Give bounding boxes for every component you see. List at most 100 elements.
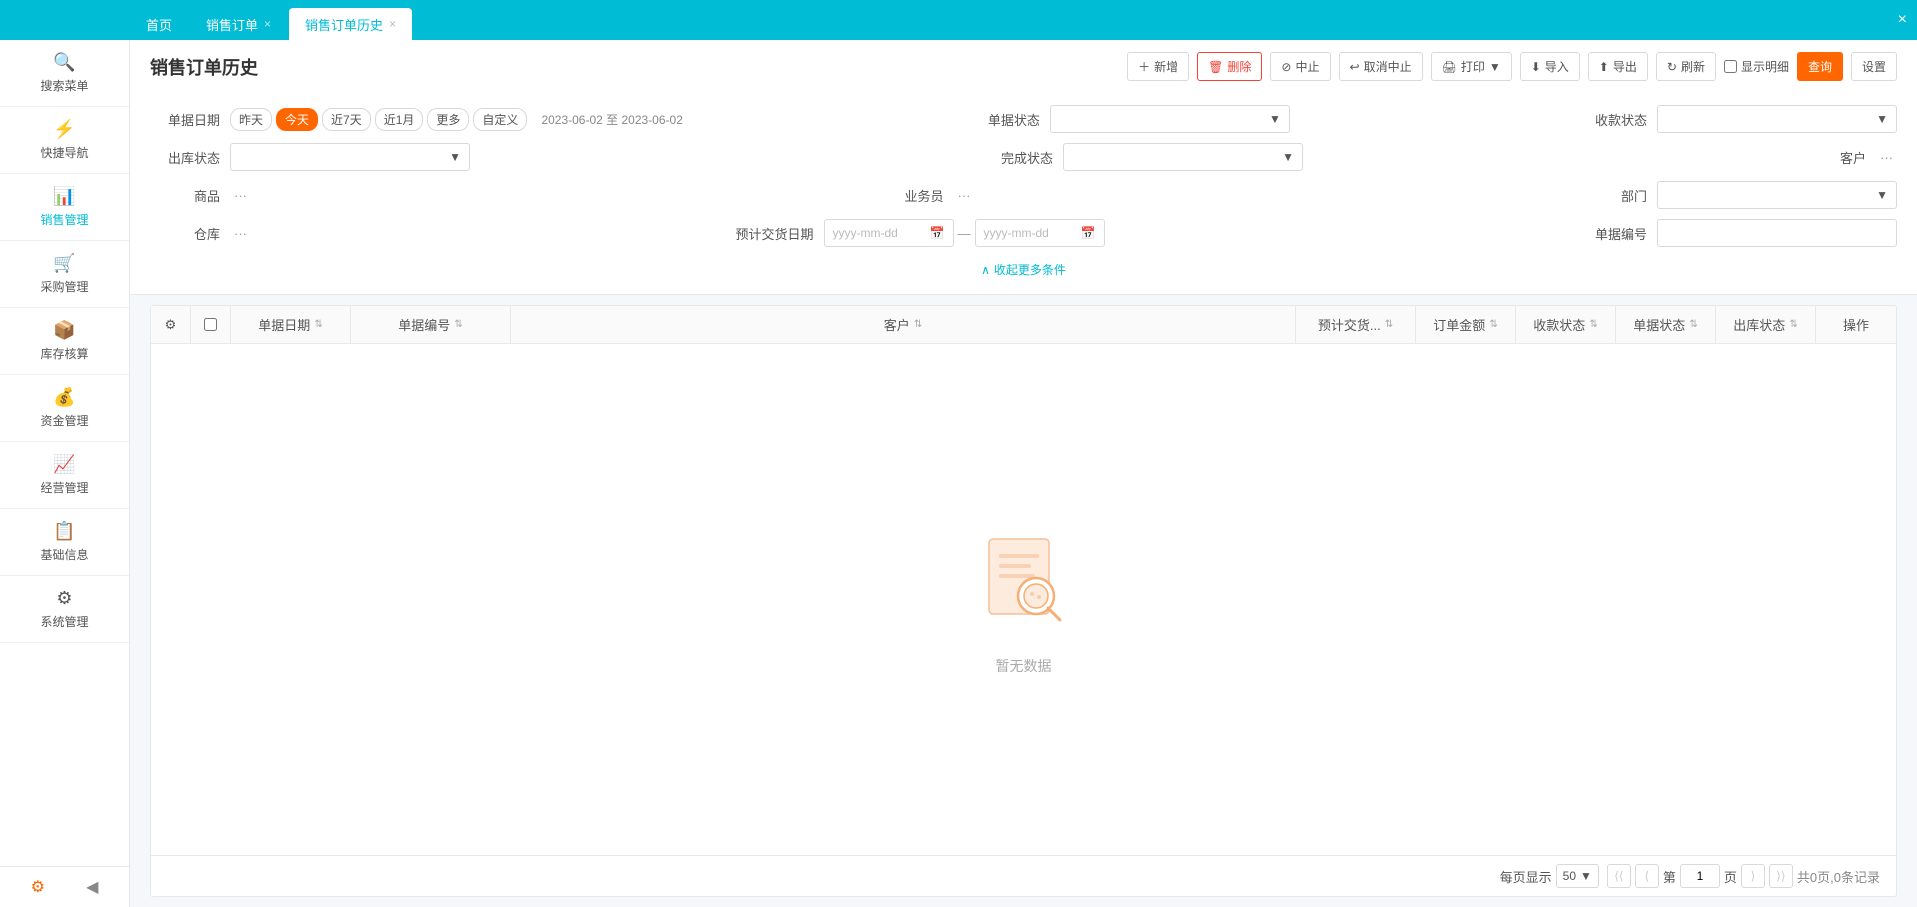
th-customer[interactable]: 客户 ⇅ bbox=[511, 306, 1296, 343]
window-close-button[interactable]: × bbox=[1898, 11, 1907, 29]
last-page-button[interactable]: ⟩⟩ bbox=[1769, 864, 1793, 888]
prev-page-button[interactable]: ⟨ bbox=[1635, 864, 1659, 888]
refresh-button[interactable]: ↻ 刷新 bbox=[1656, 52, 1716, 81]
product-select[interactable]: ··· bbox=[230, 188, 251, 203]
date-btn-custom[interactable]: 自定义 bbox=[473, 108, 527, 131]
expected-delivery-end[interactable]: yyyy-mm-dd 📅 bbox=[975, 219, 1105, 247]
tab-sales-order-label: 销售订单 bbox=[206, 15, 258, 34]
content-area: 销售订单历史 ＋ 新增 🗑 删除 ⊘ 中止 ↩ bbox=[130, 40, 1917, 907]
select-all-checkbox[interactable] bbox=[204, 318, 217, 331]
show-detail-checkbox[interactable]: 显示明细 bbox=[1724, 58, 1789, 75]
toolbar: ＋ 新增 🗑 删除 ⊘ 中止 ↩ 取消中止 bbox=[1127, 52, 1897, 81]
payment-status-label: 收款状态 bbox=[1587, 110, 1647, 129]
order-number-input[interactable] bbox=[1657, 219, 1897, 247]
table-header: ⚙ 单据日期 ⇅ 单据编号 ⇅ 客户 ⇅ 预计交货... bbox=[151, 306, 1896, 344]
cancel-stop-button[interactable]: ↩ 取消中止 bbox=[1339, 52, 1423, 81]
sidebar-item-basic-info[interactable]: 📋 基础信息 bbox=[0, 509, 129, 576]
operations-icon: 📈 bbox=[53, 454, 75, 475]
department-label: 部门 bbox=[1607, 186, 1647, 205]
date-btn-today[interactable]: 今天 bbox=[276, 108, 318, 131]
stop-button[interactable]: ⊘ 中止 bbox=[1270, 52, 1330, 81]
print-button[interactable]: 🖨 打印 ▼ bbox=[1431, 52, 1512, 81]
sidebar-item-operations[interactable]: 📈 经营管理 bbox=[0, 442, 129, 509]
date-btn-more[interactable]: 更多 bbox=[427, 108, 469, 131]
th-delivery[interactable]: 预计交货... ⇅ bbox=[1296, 306, 1416, 343]
sidebar-item-finance[interactable]: 💰 资金管理 bbox=[0, 375, 129, 442]
system-icon: ⚙ bbox=[56, 588, 72, 609]
warehouse-label: 仓库 bbox=[150, 224, 220, 243]
export-button[interactable]: ⬆ 导出 bbox=[1588, 52, 1648, 81]
tab-sales-order-history-close[interactable]: × bbox=[389, 17, 396, 31]
inventory-icon: 📦 bbox=[53, 320, 75, 341]
top-nav-right: × bbox=[1898, 11, 1907, 29]
page-size-select-box[interactable]: 50 ▼ bbox=[1556, 864, 1599, 888]
tab-sales-order-history[interactable]: 销售订单历史 × bbox=[289, 8, 412, 40]
table-area: ⚙ 单据日期 ⇅ 单据编号 ⇅ 客户 ⇅ 预计交货... bbox=[150, 305, 1897, 897]
sidebar-item-search-menu-label: 搜索菜单 bbox=[40, 77, 88, 94]
th-order-no[interactable]: 单据编号 ⇅ bbox=[351, 306, 511, 343]
sidebar-item-inventory[interactable]: 📦 库存核算 bbox=[0, 308, 129, 375]
sidebar-settings-icon[interactable]: ⚙ bbox=[31, 877, 45, 897]
sidebar-item-sales-mgmt[interactable]: 📊 销售管理 bbox=[0, 174, 129, 241]
sidebar-collapse-icon[interactable]: ◀ bbox=[86, 877, 98, 897]
warehouse-select[interactable]: ··· bbox=[230, 226, 251, 241]
search-menu-icon: 🔍 bbox=[53, 52, 75, 73]
page-size-label: 每页显示 bbox=[1500, 867, 1552, 886]
completion-status-select[interactable]: ▼ bbox=[1063, 143, 1303, 171]
import-icon: ⬇ bbox=[1531, 60, 1541, 74]
delete-button[interactable]: 🗑 删除 bbox=[1197, 52, 1262, 81]
empty-illustration bbox=[964, 524, 1084, 644]
product-label: 商品 bbox=[150, 186, 220, 205]
tab-list: 首页 销售订单 × 销售订单历史 × bbox=[0, 0, 414, 40]
tab-sales-order-history-label: 销售订单历史 bbox=[305, 15, 383, 34]
customer-select[interactable]: ··· bbox=[1876, 150, 1897, 165]
calendar-start-icon[interactable]: 📅 bbox=[930, 226, 945, 240]
department-select[interactable]: ▼ bbox=[1657, 181, 1897, 209]
th-settings[interactable]: ⚙ bbox=[151, 306, 191, 343]
collapse-button[interactable]: ∧ 收起更多条件 bbox=[150, 257, 1897, 282]
next-page-button[interactable]: ⟩ bbox=[1741, 864, 1765, 888]
page-title: 销售订单历史 bbox=[150, 54, 258, 80]
order-status-select[interactable]: ▼ bbox=[1050, 105, 1290, 133]
date-btn-yesterday[interactable]: 昨天 bbox=[230, 108, 272, 131]
completion-status-arrow: ▼ bbox=[1282, 150, 1294, 164]
filter-area: 单据日期 昨天 今天 近7天 近1月 更多 自定义 2023-06-02 至 2… bbox=[150, 93, 1897, 294]
new-icon: ＋ bbox=[1138, 58, 1150, 75]
new-button[interactable]: ＋ 新增 bbox=[1127, 52, 1189, 81]
sidebar-item-search-menu[interactable]: 🔍 搜索菜单 bbox=[0, 40, 129, 107]
sidebar-item-operations-label: 经营管理 bbox=[40, 479, 88, 496]
sidebar-item-purchase-mgmt[interactable]: 🛒 采购管理 bbox=[0, 241, 129, 308]
sidebar-item-system-label: 系统管理 bbox=[40, 613, 88, 630]
import-button[interactable]: ⬇ 导入 bbox=[1520, 52, 1580, 81]
th-amount[interactable]: 订单金额 ⇅ bbox=[1416, 306, 1516, 343]
date-btn-7days[interactable]: 近7天 bbox=[322, 108, 371, 131]
tab-sales-order[interactable]: 销售订单 × bbox=[190, 8, 287, 40]
quick-nav-icon: ⚡ bbox=[53, 119, 75, 140]
delivery-status-select[interactable]: ▼ bbox=[230, 143, 470, 171]
salesperson-select[interactable]: ··· bbox=[954, 188, 975, 203]
th-order-status[interactable]: 单据状态 ⇅ bbox=[1616, 306, 1716, 343]
show-detail-input[interactable] bbox=[1724, 60, 1737, 73]
date-btn-1month[interactable]: 近1月 bbox=[375, 108, 424, 131]
sidebar-item-system[interactable]: ⚙ 系统管理 bbox=[0, 576, 129, 643]
sort-date-icon: ⇅ bbox=[314, 319, 322, 330]
payment-status-select[interactable]: ▼ bbox=[1657, 105, 1897, 133]
expected-delivery-start[interactable]: yyyy-mm-dd 📅 bbox=[824, 219, 954, 247]
tab-sales-order-close[interactable]: × bbox=[264, 17, 271, 31]
th-delivery-status[interactable]: 出库状态 ⇅ bbox=[1716, 306, 1816, 343]
settings-button[interactable]: 设置 bbox=[1851, 52, 1897, 81]
first-page-button[interactable]: ⟨⟨ bbox=[1607, 864, 1631, 888]
refresh-icon: ↻ bbox=[1667, 60, 1677, 74]
sidebar-item-quick-nav[interactable]: ⚡ 快捷导航 bbox=[0, 107, 129, 174]
page-number-input[interactable]: 1 bbox=[1680, 864, 1720, 888]
query-button[interactable]: 查询 bbox=[1797, 52, 1843, 81]
cancel-stop-icon: ↩ bbox=[1350, 60, 1360, 74]
tab-home[interactable]: 首页 bbox=[130, 8, 188, 40]
th-date[interactable]: 单据日期 ⇅ bbox=[231, 306, 351, 343]
salesperson-label: 业务员 bbox=[884, 186, 944, 205]
print-arrow-icon: ▼ bbox=[1489, 60, 1501, 74]
sort-pay-icon: ⇅ bbox=[1589, 319, 1597, 330]
calendar-end-icon[interactable]: 📅 bbox=[1081, 226, 1096, 240]
th-pay-status[interactable]: 收款状态 ⇅ bbox=[1516, 306, 1616, 343]
payment-status-arrow: ▼ bbox=[1876, 112, 1888, 126]
